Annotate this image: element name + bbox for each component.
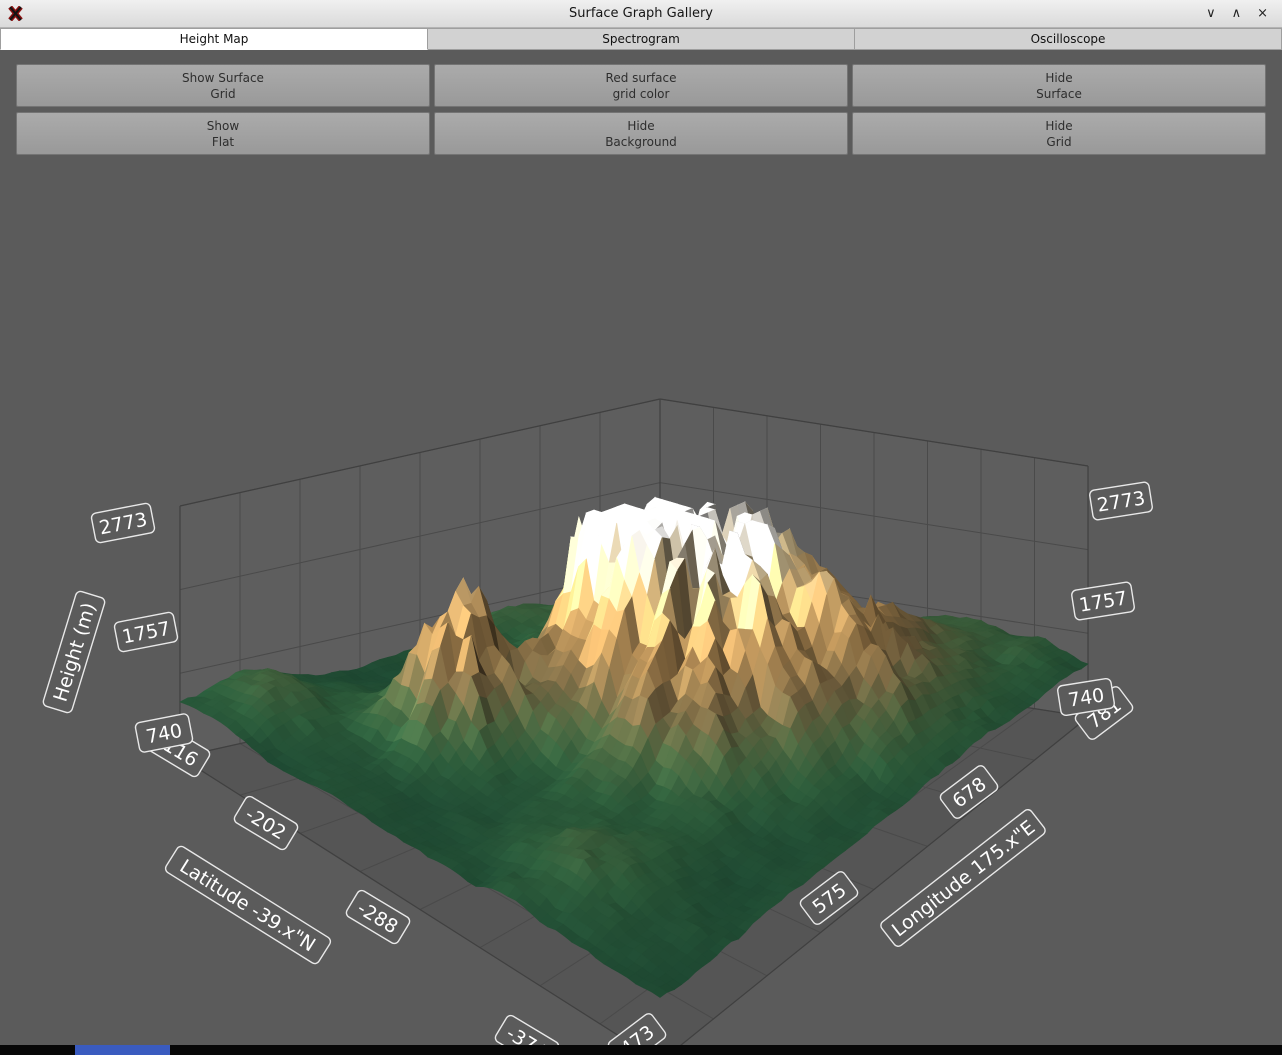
tab-bar: Height Map Spectrogram Oscilloscope	[0, 28, 1282, 50]
taskbar-accent	[75, 1045, 170, 1055]
show-surface-grid-button[interactable]: Show Surface Grid	[16, 64, 430, 107]
tab-oscilloscope[interactable]: Oscilloscope	[855, 28, 1282, 50]
app-window: Surface Graph Gallery ∨ ∧ × Height Map S…	[0, 0, 1282, 1055]
window-title: Surface Graph Gallery	[0, 6, 1282, 21]
close-button[interactable]: ×	[1257, 7, 1268, 20]
hide-grid-button[interactable]: Hide Grid	[852, 112, 1266, 155]
hide-background-button[interactable]: Hide Background	[434, 112, 848, 155]
hide-surface-button[interactable]: Hide Surface	[852, 64, 1266, 107]
plot-area: -116-202-288-374Latitude -39.x"N78167857…	[0, 50, 1282, 1045]
maximize-button[interactable]: ∧	[1232, 7, 1242, 20]
surface-plot-canvas[interactable]: -116-202-288-374Latitude -39.x"N78167857…	[0, 50, 1282, 1045]
tab-spectrogram[interactable]: Spectrogram	[428, 28, 855, 50]
taskbar-strip	[0, 1045, 1282, 1055]
surface-grid-color-button[interactable]: Red surface grid color	[434, 64, 848, 107]
toolbar: Show Surface Grid Red surface grid color…	[16, 64, 1266, 155]
tab-height-map[interactable]: Height Map	[0, 28, 428, 50]
titlebar: Surface Graph Gallery ∨ ∧ ×	[0, 0, 1282, 28]
window-controls: ∨ ∧ ×	[1206, 7, 1282, 20]
app-icon	[8, 6, 23, 21]
shade-button[interactable]: ∨	[1206, 7, 1216, 20]
show-flat-button[interactable]: Show Flat	[16, 112, 430, 155]
